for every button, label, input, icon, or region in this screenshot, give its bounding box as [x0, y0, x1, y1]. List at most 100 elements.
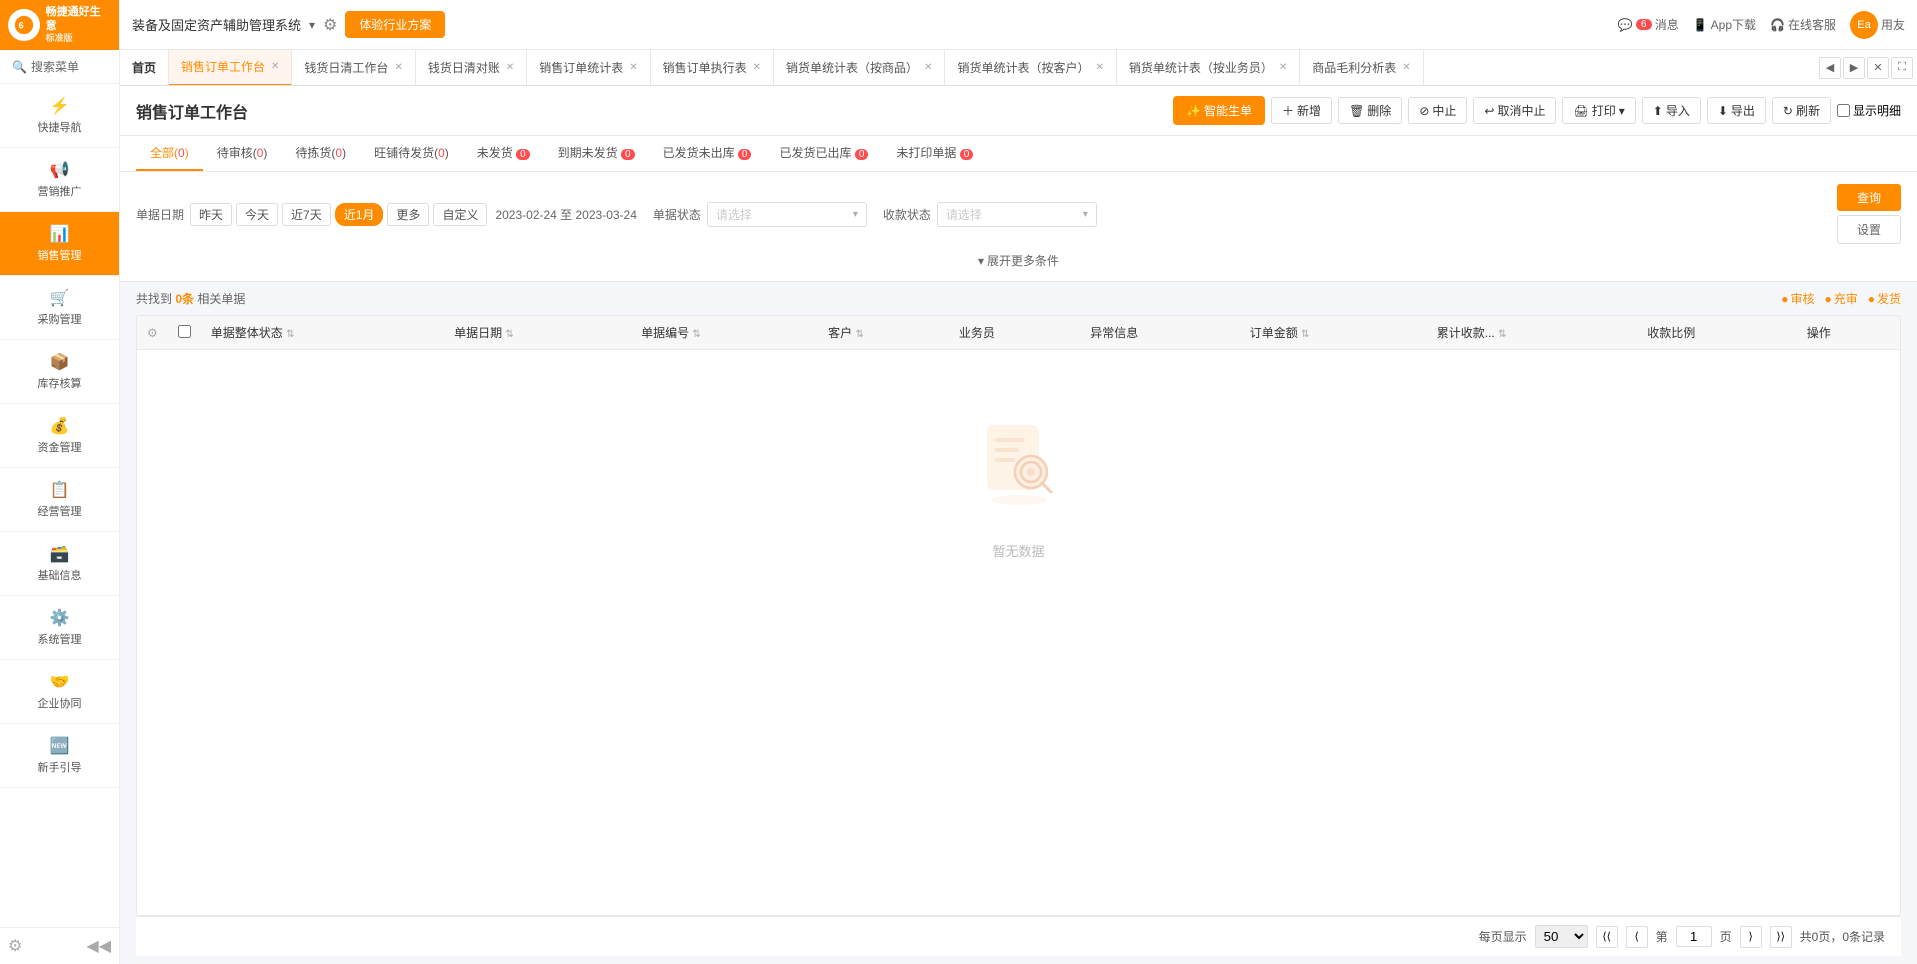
tab-daily-reconcile[interactable]: 钱货日清对账 ✕ [416, 50, 527, 86]
page-input[interactable] [1676, 926, 1712, 947]
payment-select[interactable]: 请选择 ▾ [937, 202, 1097, 227]
new-button[interactable]: ＋ 新增 [1271, 97, 1332, 124]
system-dropdown[interactable]: ▾ [309, 18, 315, 32]
filter-tab-shipped-not-out[interactable]: 已发货未出库 0 [649, 136, 766, 171]
tab-close-goods-stats-customer[interactable]: ✕ [1095, 62, 1103, 73]
export-button[interactable]: ⬇ 导出 [1707, 97, 1766, 124]
date-yesterday[interactable]: 昨天 [190, 203, 232, 226]
tab-sales-stats[interactable]: 销售订单统计表 ✕ [527, 50, 650, 86]
tab-daily-clear[interactable]: 钱货日清工作台 ✕ [292, 50, 415, 86]
filter-tab-pending-pick[interactable]: 待拣货(0) [281, 136, 360, 171]
sidebar-item-collab[interactable]: 🤝 企业协同 [0, 660, 119, 724]
table-wrapper: ⚙ 单据整体状态 ⇅ 单据日期 ⇅ 单据编号 ⇅ 客户 ⇅ 业务员 异常信息 订… [136, 315, 1901, 916]
sidebar-item-quicknav[interactable]: ⚡ 快捷导航 [0, 84, 119, 148]
audit-batch-button[interactable]: ● 审核 [1781, 290, 1814, 307]
topbar-left: 装备及固定资产辅助管理系统 ▾ ⚙ 体验行业方案 [132, 11, 445, 38]
filter-tab-all[interactable]: 全部(0) [136, 136, 203, 171]
sidebar-item-base[interactable]: 🗃️ 基础信息 [0, 532, 119, 596]
filter-tab-wangpu-ship[interactable]: 旺铺待发货(0) [360, 136, 463, 171]
sidebar-item-purchase[interactable]: 🛒 采购管理 [0, 276, 119, 340]
tab-sales-exec[interactable]: 销售订单执行表 ✕ [651, 50, 774, 86]
search-menu-item[interactable]: 🔍 搜索菜单 [0, 50, 119, 84]
filter-tab-shipped-out[interactable]: 已发货已出库 0 [765, 136, 882, 171]
app-download-item[interactable]: 📱 App下载 [1693, 16, 1756, 33]
col-amount[interactable]: 订单金额 ⇅ [1240, 316, 1427, 350]
tab-fullscreen-button[interactable]: ⛶ [1891, 57, 1913, 79]
date-more[interactable]: 更多 [387, 203, 429, 226]
stop-button[interactable]: ⊘ 中止 [1408, 97, 1467, 124]
settings-gear-icon[interactable]: ⚙ [323, 15, 337, 35]
col-status: 单据整体状态 ⇅ [201, 316, 444, 350]
page-next-button[interactable]: ⟩ [1740, 926, 1762, 948]
date-custom[interactable]: 自定义 [433, 203, 487, 226]
online-service-item[interactable]: 🎧 在线客服 [1770, 16, 1836, 33]
tab-close-daily-reconcile[interactable]: ✕ [506, 62, 514, 73]
export-icon: ⬇ [1718, 104, 1728, 118]
delete-button[interactable]: 🗑 删除 [1338, 97, 1402, 124]
tab-prev-button[interactable]: ◀ [1819, 57, 1841, 79]
select-all-checkbox[interactable] [178, 325, 191, 338]
tab-goods-stats-customer[interactable]: 销货单统计表（按客户） ✕ [945, 50, 1116, 86]
tab-goods-stats-product[interactable]: 销货单统计表（按商品） ✕ [774, 50, 945, 86]
topbar: 装备及固定资产辅助管理系统 ▾ ⚙ 体验行业方案 💬 6 消息 📱 App下载 … [120, 0, 1917, 50]
col-customer[interactable]: 客户 ⇅ [818, 316, 949, 350]
page-first-button[interactable]: ⟨⟨ [1596, 926, 1618, 948]
ai-icon: ✨ [1186, 104, 1201, 118]
user-profile-item[interactable]: Ea 用友 [1850, 11, 1905, 39]
filter-tab-unshipped[interactable]: 未发货 0 [463, 136, 544, 171]
tab-close-goods-stats-product[interactable]: ✕ [924, 62, 932, 73]
settings-icon[interactable]: ⚙ [8, 936, 22, 956]
col-salesperson[interactable]: 业务员 [949, 316, 1080, 350]
tab-close-sales-stats[interactable]: ✕ [629, 62, 637, 73]
sidebar-item-ops[interactable]: 📋 经营管理 [0, 468, 119, 532]
tab-close-goods-stats-salesperson[interactable]: ✕ [1279, 62, 1287, 73]
status-select[interactable]: 请选择 ▾ [707, 202, 867, 227]
tab-close-sales-exec[interactable]: ✕ [753, 62, 761, 73]
sidebar-item-sales[interactable]: 📊 销售管理 [0, 212, 119, 276]
filter-tab-not-printed[interactable]: 未打印单据 0 [882, 136, 987, 171]
tab-close-all-button[interactable]: ✕ [1867, 57, 1889, 79]
date-today[interactable]: 今天 [236, 203, 278, 226]
sidebar-item-inventory[interactable]: 📦 库存核算 [0, 340, 119, 404]
page-last-button[interactable]: ⟩⟩ [1770, 926, 1792, 948]
print-dropdown-icon: ▾ [1619, 104, 1625, 118]
col-number[interactable]: 单据编号 ⇅ [631, 316, 818, 350]
query-button[interactable]: 查询 [1837, 184, 1901, 211]
filter-tab-overdue-unshipped[interactable]: 到期未发货 0 [544, 136, 649, 171]
tab-sales-workbench[interactable]: 销售订单工作台 ✕ [169, 50, 292, 86]
sidebar-item-guide[interactable]: 🆕 新手引导 [0, 724, 119, 788]
import-button[interactable]: ⬆ 导入 [1642, 97, 1701, 124]
tab-close-sales-workbench[interactable]: ✕ [271, 61, 279, 72]
collapse-icon[interactable]: ◀◀ [86, 936, 111, 956]
per-page-select[interactable]: 50 100 [1535, 925, 1588, 948]
col-received[interactable]: 累计收款... ⇅ [1427, 316, 1637, 350]
date-7days[interactable]: 近7天 [282, 203, 331, 226]
sidebar-item-finance[interactable]: 💰 资金管理 [0, 404, 119, 468]
date-1month[interactable]: 近1月 [335, 203, 384, 226]
filter-tab-pending-audit[interactable]: 待审核(0) [203, 136, 282, 171]
tab-home[interactable]: 首页 [120, 50, 169, 86]
col-settings[interactable]: ⚙ [137, 316, 168, 350]
tab-margin-analysis[interactable]: 商品毛利分析表 ✕ [1300, 50, 1423, 86]
print-button[interactable]: 🖨 打印 ▾ [1562, 97, 1635, 124]
page-prev-button[interactable]: ⟨ [1626, 926, 1648, 948]
ai-generate-button[interactable]: ✨ 智能生单 [1173, 96, 1265, 125]
col-date[interactable]: 单据日期 ⇅ [444, 316, 631, 350]
tab-close-daily-clear[interactable]: ✕ [394, 62, 402, 73]
refresh-button[interactable]: ↻ 刷新 [1772, 97, 1831, 124]
tab-next-button[interactable]: ▶ [1843, 57, 1865, 79]
show-detail-checkbox[interactable] [1837, 104, 1850, 117]
cancel-audit-batch-button[interactable]: ● 充审 [1824, 290, 1857, 307]
message-item[interactable]: 💬 6 消息 [1618, 16, 1679, 33]
sidebar-item-marketing[interactable]: 📢 营销推广 [0, 148, 119, 212]
expand-conditions-button[interactable]: ▾ 展开更多条件 [978, 252, 1059, 269]
sidebar-item-system[interactable]: ⚙️ 系统管理 [0, 596, 119, 660]
show-detail-label[interactable]: 显示明细 [1837, 102, 1901, 119]
tab-goods-stats-salesperson[interactable]: 销货单统计表（按业务员） ✕ [1117, 50, 1300, 86]
tab-close-margin-analysis[interactable]: ✕ [1402, 62, 1410, 73]
industry-solution-button[interactable]: 体验行业方案 [345, 11, 445, 38]
setting-button[interactable]: 设置 [1837, 215, 1901, 244]
ship-batch-button[interactable]: ● 发货 [1868, 290, 1901, 307]
cancel-stop-button[interactable]: ↩ 取消中止 [1473, 97, 1556, 124]
col-checkbox[interactable] [168, 316, 201, 350]
